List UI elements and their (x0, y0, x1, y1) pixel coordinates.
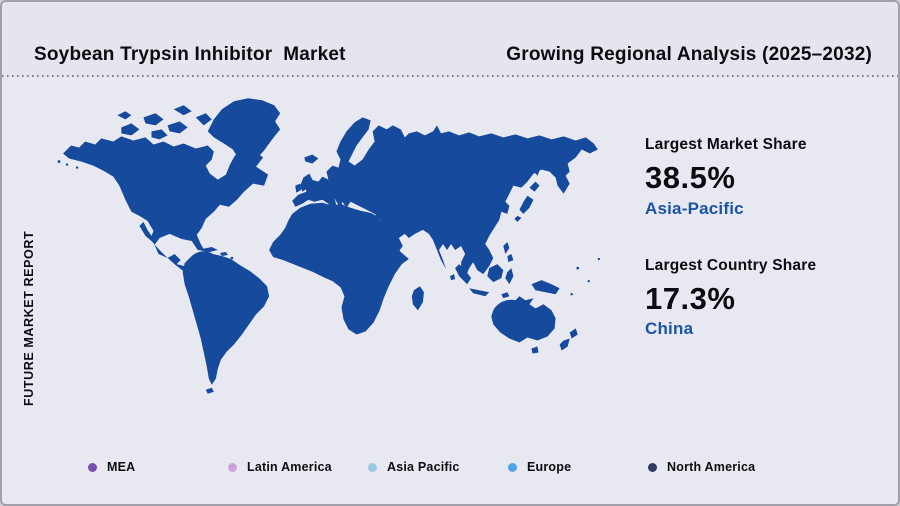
legend-label: Latin America (247, 460, 332, 474)
stat-label: Largest Country Share (645, 256, 817, 274)
infographic-frame: Soybean Trypsin Inhibitor Market Growing… (0, 0, 900, 506)
legend-item-asia-pacific: Asia Pacific (368, 460, 508, 474)
europe-dot-icon (508, 462, 517, 472)
main-area: FUTURE MARKET REPORT Largest Market Shar… (2, 78, 898, 504)
latin-america-dot-icon (228, 462, 237, 472)
stat-label: Largest Market Share (645, 136, 807, 153)
legend-label: North America (667, 460, 756, 474)
legend-item-europe: Europe (508, 460, 648, 474)
world-map (55, 86, 633, 410)
legend-item-mea: MEA (88, 460, 228, 474)
legend: MEA Latin America Asia Pacific Europe No… (88, 460, 788, 474)
legend-label: Europe (527, 460, 572, 474)
asia-pacific-dot-icon (368, 462, 377, 472)
stat-market-share: Largest Market Share 38.5% Asia-Pacific (645, 136, 880, 219)
header: Soybean Trypsin Inhibitor Market Growing… (2, 2, 898, 78)
map-north-america (63, 136, 269, 286)
stat-region: Asia-Pacific (645, 198, 744, 218)
map-australia (491, 296, 556, 343)
stat-country-share: Largest Country Share 17.3% China (645, 257, 880, 340)
report-subtitle: Growing Regional Analysis (2025–2032) (506, 44, 872, 65)
legend-label: Asia Pacific (387, 460, 460, 474)
stats-panel: Largest Market Share 38.5% Asia-Pacific … (645, 136, 880, 377)
map-greenland (207, 98, 281, 167)
stat-value: 17.3% (645, 280, 736, 316)
world-map-svg (57, 98, 601, 394)
brand-vertical-label: FUTURE MARKET REPORT (22, 230, 36, 406)
mea-dot-icon (88, 462, 97, 472)
north-america-dot-icon (648, 462, 657, 472)
stat-region: China (645, 319, 694, 339)
market-title: Soybean Trypsin Inhibitor Market (34, 44, 346, 65)
stat-value: 38.5% (645, 160, 736, 195)
legend-item-latin-america: Latin America (228, 460, 368, 474)
map-madagascar (411, 286, 424, 311)
legend-label: MEA (107, 460, 136, 474)
legend-item-north-america: North America (648, 460, 788, 474)
map-south-america (182, 251, 270, 385)
